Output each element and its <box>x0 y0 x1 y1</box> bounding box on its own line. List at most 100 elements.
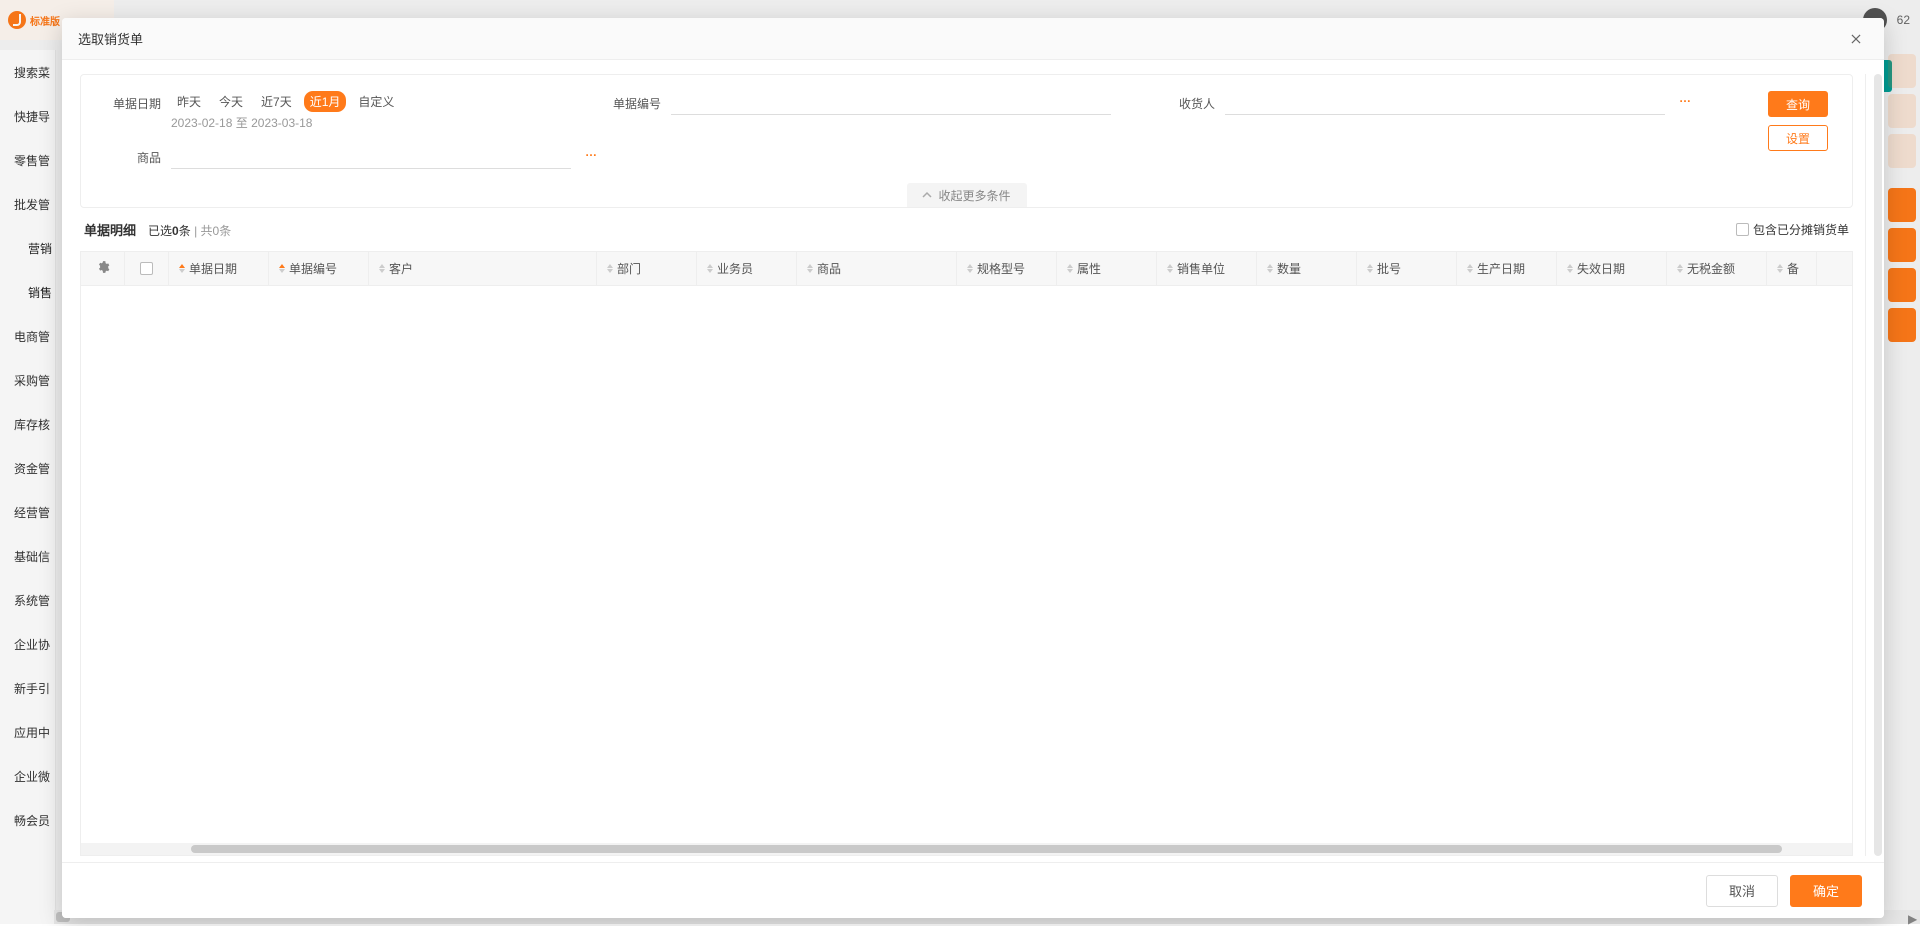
column-header-date[interactable]: 单据日期 <box>169 252 269 285</box>
receiver-more-button[interactable]: … <box>1675 91 1696 105</box>
column-header-product[interactable]: 商品 <box>797 252 957 285</box>
date-sep: 至 <box>236 116 248 130</box>
hscroll-thumb[interactable] <box>191 845 1782 853</box>
results-table: 单据日期 单据编号 客户 部门 业务员 商品 规格型号 属性 销售单位 数量 批号 生产日期 失效日期 无… <box>80 251 1853 856</box>
product-input[interactable] <box>171 145 571 169</box>
column-label: 备 <box>1787 260 1799 277</box>
selected-count: 已选0条 | 共0条 <box>148 222 231 239</box>
vscroll-thumb[interactable] <box>1874 74 1882 856</box>
collapse-label: 收起更多条件 <box>938 187 1010 204</box>
modal-header: 选取销货单 <box>62 18 1884 60</box>
cancel-button[interactable]: 取消 <box>1706 875 1778 907</box>
sort-icon[interactable] <box>1067 264 1073 273</box>
sort-icon[interactable] <box>279 264 285 273</box>
sort-icon[interactable] <box>1777 264 1783 273</box>
column-settings-button[interactable] <box>81 252 125 285</box>
filter-product-label: 商品 <box>105 145 161 166</box>
column-header-salesperson[interactable]: 业务员 <box>697 252 797 285</box>
checkbox-icon[interactable] <box>140 262 153 275</box>
table-hscroll[interactable] <box>81 843 1852 855</box>
column-header-attr[interactable]: 属性 <box>1057 252 1157 285</box>
sort-icon[interactable] <box>179 264 185 273</box>
date-from: 2023-02-18 <box>171 116 232 130</box>
sort-icon[interactable] <box>707 264 713 273</box>
sort-icon[interactable] <box>1267 264 1273 273</box>
order-number-input[interactable] <box>671 91 1111 115</box>
search-button[interactable]: 查询 <box>1768 91 1828 117</box>
preset-last7[interactable]: 近7天 <box>255 91 298 112</box>
modal-footer: 取消 确定 <box>62 862 1884 918</box>
column-label: 客户 <box>389 260 413 277</box>
sort-icon[interactable] <box>807 264 813 273</box>
column-header-dept[interactable]: 部门 <box>597 252 697 285</box>
sort-icon[interactable] <box>1567 264 1573 273</box>
column-label: 无税金额 <box>1687 260 1735 277</box>
include-shipped-checkbox[interactable] <box>1736 223 1749 236</box>
gear-icon <box>96 260 110 277</box>
sort-icon[interactable] <box>1677 264 1683 273</box>
column-label: 销售单位 <box>1177 260 1225 277</box>
product-more-button[interactable]: … <box>581 145 602 159</box>
sort-icon[interactable] <box>379 264 385 273</box>
filter-number: 单据编号 <box>605 91 1111 115</box>
column-label: 失效日期 <box>1577 260 1625 277</box>
include-shipped-label: 包含已分摊销货单 <box>1753 221 1849 238</box>
settings-button-label: 设置 <box>1786 130 1810 147</box>
sort-icon[interactable] <box>1367 264 1373 273</box>
column-label: 规格型号 <box>977 260 1025 277</box>
date-to: 2023-03-18 <box>251 116 312 130</box>
column-header-customer[interactable]: 客户 <box>369 252 597 285</box>
column-label: 批号 <box>1377 260 1401 277</box>
column-label: 数量 <box>1277 260 1301 277</box>
filter-receiver: 收货人 … <box>1171 91 1696 115</box>
column-header-unit[interactable]: 销售单位 <box>1157 252 1257 285</box>
receiver-input[interactable] <box>1225 91 1665 115</box>
filter-date-label: 单据日期 <box>105 91 161 112</box>
column-header-spec[interactable]: 规格型号 <box>957 252 1057 285</box>
column-header-remark[interactable]: 备 <box>1767 252 1817 285</box>
preset-custom[interactable]: 自定义 <box>352 91 400 112</box>
collapse-more-filters[interactable]: 收起更多条件 <box>907 183 1027 207</box>
column-header-batch[interactable]: 批号 <box>1357 252 1457 285</box>
confirm-button[interactable]: 确定 <box>1790 875 1862 907</box>
preset-yesterday[interactable]: 昨天 <box>171 91 207 112</box>
filter-actions: 查询 设置 <box>1768 91 1828 151</box>
sort-icon[interactable] <box>607 264 613 273</box>
settings-button[interactable]: 设置 <box>1768 125 1828 151</box>
column-header-prod_date[interactable]: 生产日期 <box>1457 252 1557 285</box>
sort-icon[interactable] <box>1467 264 1473 273</box>
close-icon <box>1849 32 1863 46</box>
filter-number-label: 单据编号 <box>605 91 661 112</box>
preset-last1m[interactable]: 近1月 <box>304 91 347 112</box>
column-header-qty[interactable]: 数量 <box>1257 252 1357 285</box>
modal-body: 单据日期 昨天 今天 近7天 近1月 自定义 2023-02-18 至 20 <box>62 60 1884 862</box>
confirm-button-label: 确定 <box>1813 881 1839 900</box>
date-range-display[interactable]: 2023-02-18 至 2023-03-18 <box>171 114 400 131</box>
filter-date: 单据日期 昨天 今天 近7天 近1月 自定义 2023-02-18 至 20 <box>105 91 405 131</box>
select-sales-order-modal: 选取销货单 单据日期 昨天 今天 近7天 近1月 自定义 <box>62 18 1884 918</box>
filter-product: 商品 … <box>105 145 602 169</box>
modal-title: 选取销货单 <box>78 29 143 48</box>
preset-today[interactable]: 今天 <box>213 91 249 112</box>
modal-body-vscroll[interactable] <box>1874 74 1882 856</box>
column-header-net_amount[interactable]: 无税金额 <box>1667 252 1767 285</box>
filter-panel: 单据日期 昨天 今天 近7天 近1月 自定义 2023-02-18 至 20 <box>80 74 1853 208</box>
column-label: 生产日期 <box>1477 260 1525 277</box>
column-label: 单据日期 <box>189 260 237 277</box>
column-label: 业务员 <box>717 260 753 277</box>
column-label: 部门 <box>617 260 641 277</box>
result-header-row: 单据明细 已选0条 | 共0条 包含已分摊销货单 <box>80 218 1853 241</box>
sort-icon[interactable] <box>967 264 973 273</box>
modal-close-button[interactable] <box>1844 27 1868 51</box>
cancel-button-label: 取消 <box>1729 881 1755 900</box>
sort-icon[interactable] <box>1167 264 1173 273</box>
select-all-checkbox[interactable] <box>125 252 169 285</box>
filter-receiver-label: 收货人 <box>1171 91 1215 112</box>
table-body-empty <box>81 286 1852 843</box>
column-header-expiry[interactable]: 失效日期 <box>1557 252 1667 285</box>
tab-detail[interactable]: 单据明细 <box>84 220 136 239</box>
search-button-label: 查询 <box>1786 96 1810 113</box>
chevron-up-icon <box>922 190 932 200</box>
column-label: 单据编号 <box>289 260 337 277</box>
column-header-number[interactable]: 单据编号 <box>269 252 369 285</box>
